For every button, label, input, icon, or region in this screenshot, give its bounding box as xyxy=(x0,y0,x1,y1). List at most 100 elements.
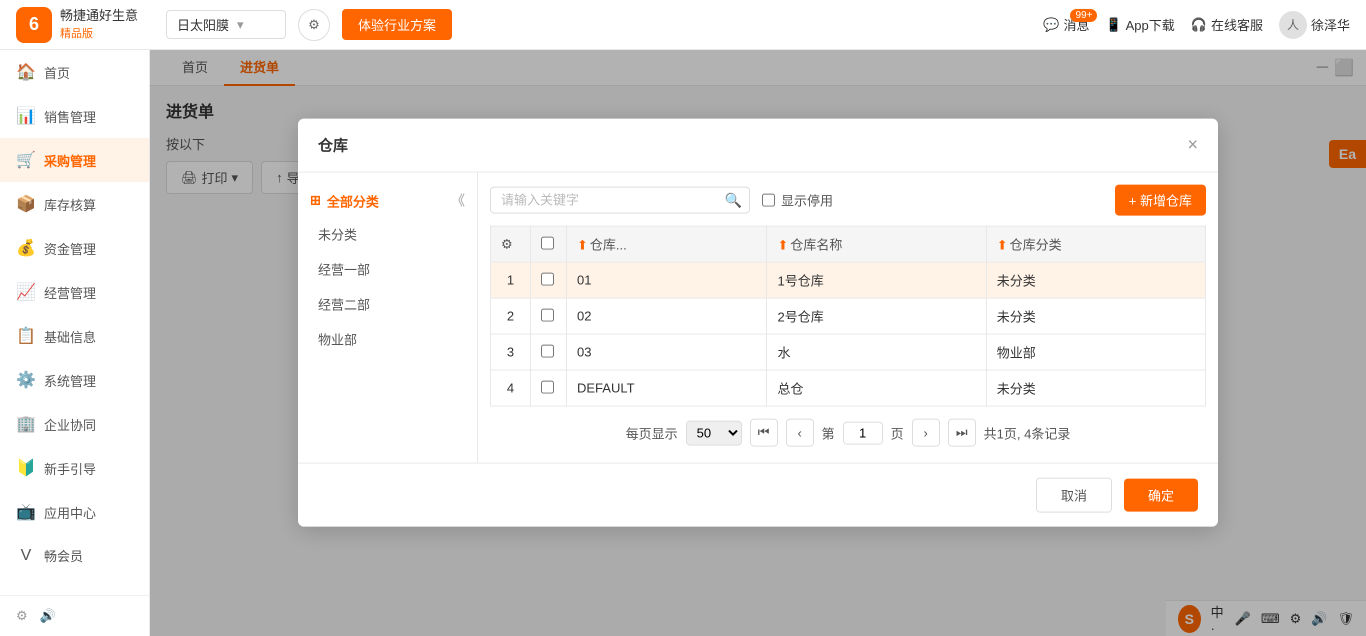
row-checkbox[interactable] xyxy=(541,380,554,393)
th-name: ⬆仓库名称 xyxy=(767,226,986,262)
row-code: 03 xyxy=(567,334,767,370)
messages-button[interactable]: 💬 消息 99+ xyxy=(1043,15,1089,34)
sidebar-item-label: 库存核算 xyxy=(44,195,96,214)
row-checkbox[interactable] xyxy=(541,308,554,321)
category-item[interactable]: 经营一部 xyxy=(298,252,477,287)
sidebar-item-sales[interactable]: 📊 销售管理 xyxy=(0,94,149,138)
sales-icon: 📊 xyxy=(16,106,36,126)
home-icon: 🏠 xyxy=(16,62,36,82)
row-checkbox-cell xyxy=(531,334,567,370)
th-checkbox xyxy=(531,226,567,262)
store-selector[interactable]: 日太阳膜 ▾ xyxy=(166,10,286,39)
table-row[interactable]: 2 02 2号仓库 未分类 xyxy=(491,298,1206,334)
last-page-button[interactable]: ⏭ xyxy=(948,419,976,447)
header-right: 💬 消息 99+ 📱 App下载 🎧 在线客服 人 徐泽华 xyxy=(1043,11,1350,39)
th-settings: ⚙ xyxy=(491,226,531,262)
sidebar-item-basic[interactable]: 📋 基础信息 xyxy=(0,314,149,358)
sidebar-item-operations[interactable]: 📈 经营管理 xyxy=(0,270,149,314)
sidebar-item-label: 畅会员 xyxy=(44,546,83,565)
user-menu[interactable]: 人 徐泽华 xyxy=(1279,11,1350,39)
category-panel: ⊞ 全部分类 《 未分类经营一部经营二部物业部 xyxy=(298,173,478,463)
first-page-button[interactable]: ⏮ xyxy=(750,419,778,447)
cancel-button[interactable]: 取消 xyxy=(1036,478,1112,513)
basic-icon: 📋 xyxy=(16,326,36,346)
sidebar-item-label: 销售管理 xyxy=(44,107,96,126)
all-categories[interactable]: ⊞ 全部分类 xyxy=(310,191,379,210)
show-disabled-wrap: 显示停用 xyxy=(762,191,833,210)
operations-icon: 📈 xyxy=(16,282,36,302)
app-download-button[interactable]: 📱 App下载 xyxy=(1105,15,1174,34)
trial-button[interactable]: 体验行业方案 xyxy=(342,9,452,40)
pagination: 每页显示 50 20 100 ⏮ ‹ 第 页 › ⏭ 共1页, 4条记 xyxy=(490,407,1206,451)
close-button[interactable]: × xyxy=(1187,135,1198,156)
search-icon[interactable]: 🔍 xyxy=(725,192,742,209)
search-input[interactable] xyxy=(490,187,750,214)
vip-icon: V xyxy=(16,547,36,565)
appstore-icon: 📺 xyxy=(16,502,36,522)
top-header: 6 畅捷通好生意 精品版 日太阳膜 ▾ ⚙ 体验行业方案 💬 消息 99+ 📱 … xyxy=(0,0,1366,50)
row-code: DEFAULT xyxy=(567,370,767,406)
th-code: ⬆仓库... xyxy=(567,226,767,262)
add-warehouse-button[interactable]: + 新增仓库 xyxy=(1115,185,1206,216)
row-category: 未分类 xyxy=(986,262,1205,298)
row-checkbox[interactable] xyxy=(541,344,554,357)
row-code: 01 xyxy=(567,262,767,298)
sidebar-item-label: 首页 xyxy=(44,63,70,82)
sidebar-item-guide[interactable]: 🔰 新手引导 xyxy=(0,446,149,490)
row-name: 水 xyxy=(767,334,986,370)
sidebar-item-label: 新手引导 xyxy=(44,459,96,478)
select-all-checkbox[interactable] xyxy=(541,236,554,249)
row-num: 3 xyxy=(491,334,531,370)
sidebar-item-inventory[interactable]: 📦 库存核算 xyxy=(0,182,149,226)
category-header: ⊞ 全部分类 《 xyxy=(298,185,477,217)
collapse-icon[interactable]: 《 xyxy=(451,191,465,211)
sidebar-item-system[interactable]: ⚙️ 系统管理 xyxy=(0,358,149,402)
next-page-button[interactable]: › xyxy=(912,419,940,447)
sidebar-speaker-icon[interactable]: 🔊 xyxy=(40,608,56,624)
chevron-down-icon: ▾ xyxy=(237,17,244,33)
warehouse-table: ⚙ ⬆仓库... ⬆仓库名称 xyxy=(490,226,1206,407)
username: 徐泽华 xyxy=(1311,15,1350,34)
guide-icon: 🔰 xyxy=(16,458,36,478)
table-panel: 🔍 显示停用 + 新增仓库 ⚙ xyxy=(478,173,1218,463)
category-item[interactable]: 经营二部 xyxy=(298,287,477,322)
settings-icon[interactable]: ⚙ xyxy=(298,9,330,41)
online-service-button[interactable]: 🎧 在线客服 xyxy=(1191,15,1263,34)
enterprise-icon: 🏢 xyxy=(16,414,36,434)
header-middle: 日太阳膜 ▾ ⚙ 体验行业方案 xyxy=(166,9,1043,41)
category-item[interactable]: 物业部 xyxy=(298,322,477,357)
per-page-select[interactable]: 50 20 100 xyxy=(686,420,742,445)
sidebar-item-finance[interactable]: 💰 资金管理 xyxy=(0,226,149,270)
row-name: 总仓 xyxy=(767,370,986,406)
dialog-title: 仓库 xyxy=(318,135,348,156)
sidebar-item-purchase[interactable]: 🛒 采购管理 xyxy=(0,138,149,182)
confirm-button[interactable]: 确定 xyxy=(1124,479,1198,512)
row-category: 未分类 xyxy=(986,298,1205,334)
sidebar-item-home[interactable]: 🏠 首页 xyxy=(0,50,149,94)
table-row[interactable]: 3 03 水 物业部 xyxy=(491,334,1206,370)
sidebar-gear-icon[interactable]: ⚙ xyxy=(16,608,28,624)
sidebar-item-vip[interactable]: V 畅会员 xyxy=(0,534,149,577)
logo-text: 畅捷通好生意 xyxy=(60,8,138,25)
inventory-icon: 📦 xyxy=(16,194,36,214)
sidebar-bottom: ⚙ 🔊 xyxy=(0,595,149,636)
page-total: 共1页, 4条记录 xyxy=(984,423,1071,442)
sidebar-item-appstore[interactable]: 📺 应用中心 xyxy=(0,490,149,534)
category-item[interactable]: 未分类 xyxy=(298,217,477,252)
table-row[interactable]: 1 01 1号仓库 未分类 xyxy=(491,262,1206,298)
row-name: 1号仓库 xyxy=(767,262,986,298)
category-list: 未分类经营一部经营二部物业部 xyxy=(298,217,477,357)
row-checkbox-cell xyxy=(531,298,567,334)
row-category: 未分类 xyxy=(986,370,1205,406)
page-label: 第 xyxy=(822,423,835,442)
page-input[interactable] xyxy=(843,421,883,444)
show-disabled-checkbox[interactable] xyxy=(762,194,775,207)
message-icon: 💬 xyxy=(1043,17,1059,33)
warehouse-dialog: 仓库 × ⊞ 全部分类 《 未分类经营一部经营二部物业部 xyxy=(298,119,1218,527)
prev-page-button[interactable]: ‹ xyxy=(786,419,814,447)
warehouse-tbody: 1 01 1号仓库 未分类 2 02 2号仓库 未分类 3 03 水 物业部 4… xyxy=(491,262,1206,406)
nav-container: 🏠 首页📊 销售管理🛒 采购管理📦 库存核算💰 资金管理📈 经营管理📋 基础信息… xyxy=(0,50,149,577)
row-checkbox[interactable] xyxy=(541,272,554,285)
table-row[interactable]: 4 DEFAULT 总仓 未分类 xyxy=(491,370,1206,406)
sidebar-item-enterprise[interactable]: 🏢 企业协同 xyxy=(0,402,149,446)
